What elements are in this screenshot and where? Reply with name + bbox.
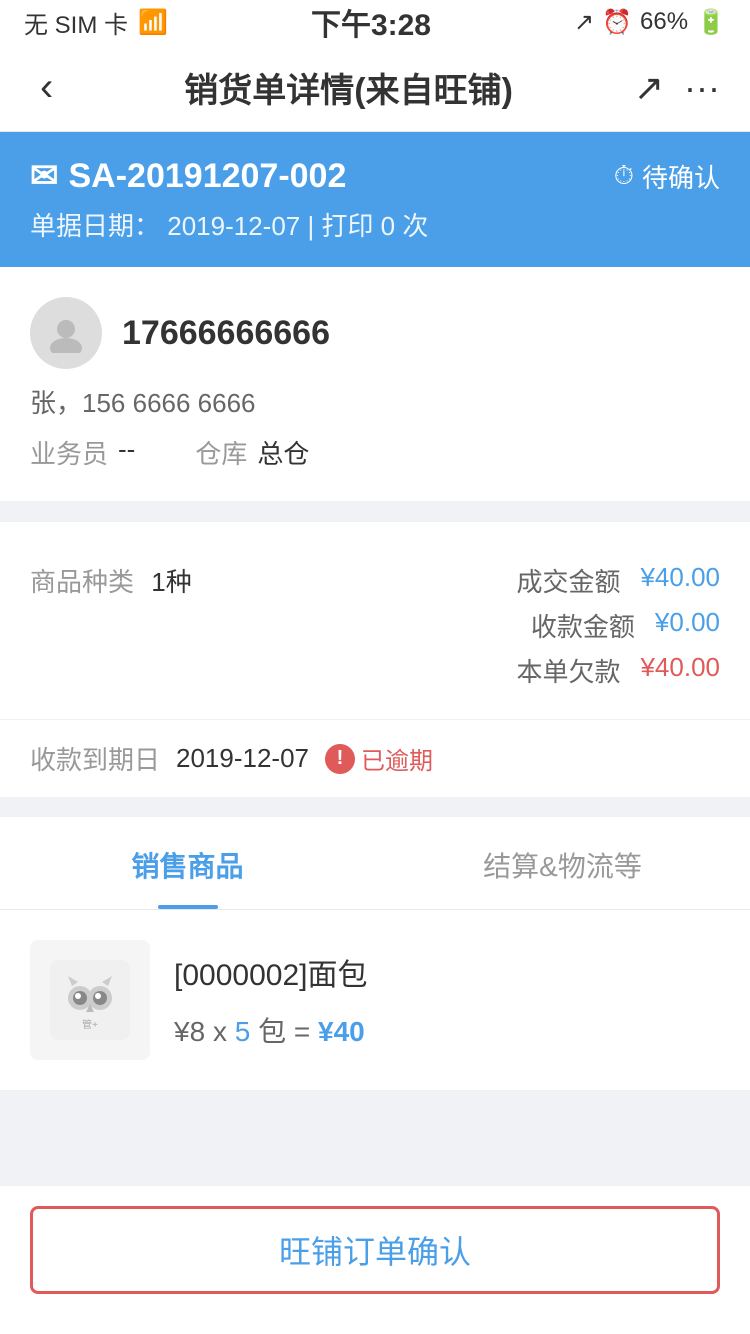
overdue-badge: ! 已逾期: [325, 741, 433, 776]
salesperson-label: 业务员: [30, 434, 108, 471]
status-clock-icon: ⏱: [614, 160, 634, 192]
tab-settlement[interactable]: 结算&物流等: [375, 817, 750, 909]
status-text: 待确认: [642, 158, 720, 195]
bottom-button-wrap: 旺铺订单确认: [0, 1186, 750, 1334]
customer-phone: 17666666666: [122, 314, 330, 353]
due-row: 收款到期日 2019-12-07 ! 已逾期: [30, 740, 720, 777]
received-value: ¥0.00: [655, 607, 720, 644]
nav-actions: ↗ ···: [634, 67, 720, 109]
product-type-label: 商品种类: [30, 567, 134, 597]
product-item: 管+ [0000002]面包 ¥8 x 5 包 = ¥40: [0, 910, 750, 1091]
due-date-value: 2019-12-07: [176, 743, 309, 774]
alarm-icon: ⏰: [602, 8, 632, 37]
product-thumbnail: 管+: [30, 940, 150, 1060]
salesperson-field: 业务员 --: [30, 434, 135, 471]
amount-section: 商品种类 1种 成交金额 ¥40.00 收款金额 ¥0.00 本单欠款 ¥40.…: [0, 542, 750, 719]
svg-text:管+: 管+: [82, 1018, 98, 1031]
order-header: ✉ SA-20191207-002 ⏱ 待确认 单据日期： 2019-12-07…: [0, 132, 750, 267]
unit: 包: [258, 1016, 286, 1047]
order-id: ✉ SA-20191207-002: [30, 156, 346, 196]
order-status: ⏱ 待确认: [614, 158, 720, 195]
balance-value: ¥40.00: [640, 652, 720, 689]
amounts-block: 成交金额 ¥40.00 收款金额 ¥0.00 本单欠款 ¥40.00: [516, 562, 720, 689]
total-price: ¥40: [318, 1016, 365, 1047]
due-section: 收款到期日 2019-12-07 ! 已逾期: [0, 719, 750, 797]
customer-avatar: [30, 297, 102, 369]
tab-settlement-label: 结算&物流等: [483, 851, 642, 882]
product-type-value: 1种: [151, 567, 191, 597]
page-title: 销货单详情(来自旺铺): [184, 63, 513, 112]
product-info: [0000002]面包 ¥8 x 5 包 = ¥40: [174, 950, 720, 1050]
amount-row: 商品种类 1种 成交金额 ¥40.00 收款金额 ¥0.00 本单欠款 ¥40.…: [30, 562, 720, 689]
sim-status: 无 SIM 卡: [24, 5, 128, 40]
equals: =: [294, 1016, 318, 1047]
deal-amount-label: 成交金额: [516, 562, 620, 599]
order-date-row: 单据日期： 2019-12-07 | 打印 0 次: [30, 206, 720, 243]
tab-sales-products[interactable]: 销售商品: [0, 817, 375, 909]
battery-level: 66%: [640, 8, 688, 36]
warehouse-label: 仓库: [195, 434, 247, 471]
overdue-icon: !: [325, 744, 355, 774]
balance-label: 本单欠款: [516, 652, 620, 689]
product-name: [0000002]面包: [174, 950, 720, 994]
location-icon: ↗: [574, 8, 594, 37]
quantity: 5: [235, 1016, 251, 1047]
warehouse-value: 总仓: [257, 434, 309, 471]
customer-name: 张，156 6666 6666: [30, 383, 720, 420]
due-date-label: 收款到期日: [30, 740, 160, 777]
customer-row: 17666666666: [30, 297, 720, 369]
nav-bar: ‹ 销货单详情(来自旺铺) ↗ ···: [0, 44, 750, 132]
price-per-unit: ¥8: [174, 1016, 205, 1047]
deal-amount-value: ¥40.00: [640, 562, 720, 599]
customer-meta: 业务员 -- 仓库 总仓: [30, 434, 720, 471]
overdue-text: 已逾期: [361, 741, 433, 776]
more-icon[interactable]: ···: [684, 67, 720, 109]
date-value: 2019-12-07: [167, 211, 300, 241]
wifi-icon: 📶: [138, 8, 168, 37]
tab-sales-label: 销售商品: [131, 851, 243, 882]
confirm-order-button[interactable]: 旺铺订单确认: [30, 1206, 720, 1294]
tabs-container: 销售商品 结算&物流等 管+: [0, 817, 750, 1091]
print-info: | 打印 0 次: [307, 211, 428, 241]
deal-amount-line: 成交金额 ¥40.00: [516, 562, 720, 599]
back-button[interactable]: ‹: [30, 55, 63, 120]
date-label: 单据日期：: [30, 211, 160, 241]
balance-amount-line: 本单欠款 ¥40.00: [516, 652, 720, 689]
tabs-row: 销售商品 结算&物流等: [0, 817, 750, 910]
battery-icon: 🔋: [696, 8, 726, 37]
customer-section: 17666666666 张，156 6666 6666 业务员 -- 仓库 总仓: [0, 267, 750, 501]
status-bar-left: 无 SIM 卡 📶: [24, 5, 168, 40]
share-icon[interactable]: ↗: [634, 67, 664, 109]
order-id-row: ✉ SA-20191207-002 ⏱ 待确认: [30, 156, 720, 196]
received-amount-line: 收款金额 ¥0.00: [516, 607, 720, 644]
salesperson-value: --: [118, 434, 135, 471]
product-type-block: 商品种类 1种: [30, 562, 192, 599]
order-id-text: SA-20191207-002: [69, 157, 347, 196]
received-label: 收款金额: [531, 607, 635, 644]
product-price-row: ¥8 x 5 包 = ¥40: [174, 1010, 720, 1050]
price-x: x: [213, 1016, 235, 1047]
status-bar-right: ↗ ⏰ 66% 🔋: [574, 8, 726, 37]
order-icon: ✉: [30, 156, 59, 196]
status-bar-time: 下午3:28: [311, 0, 431, 44]
warehouse-field: 仓库 总仓: [195, 434, 309, 471]
status-bar: 无 SIM 卡 📶 下午3:28 ↗ ⏰ 66% 🔋: [0, 0, 750, 44]
